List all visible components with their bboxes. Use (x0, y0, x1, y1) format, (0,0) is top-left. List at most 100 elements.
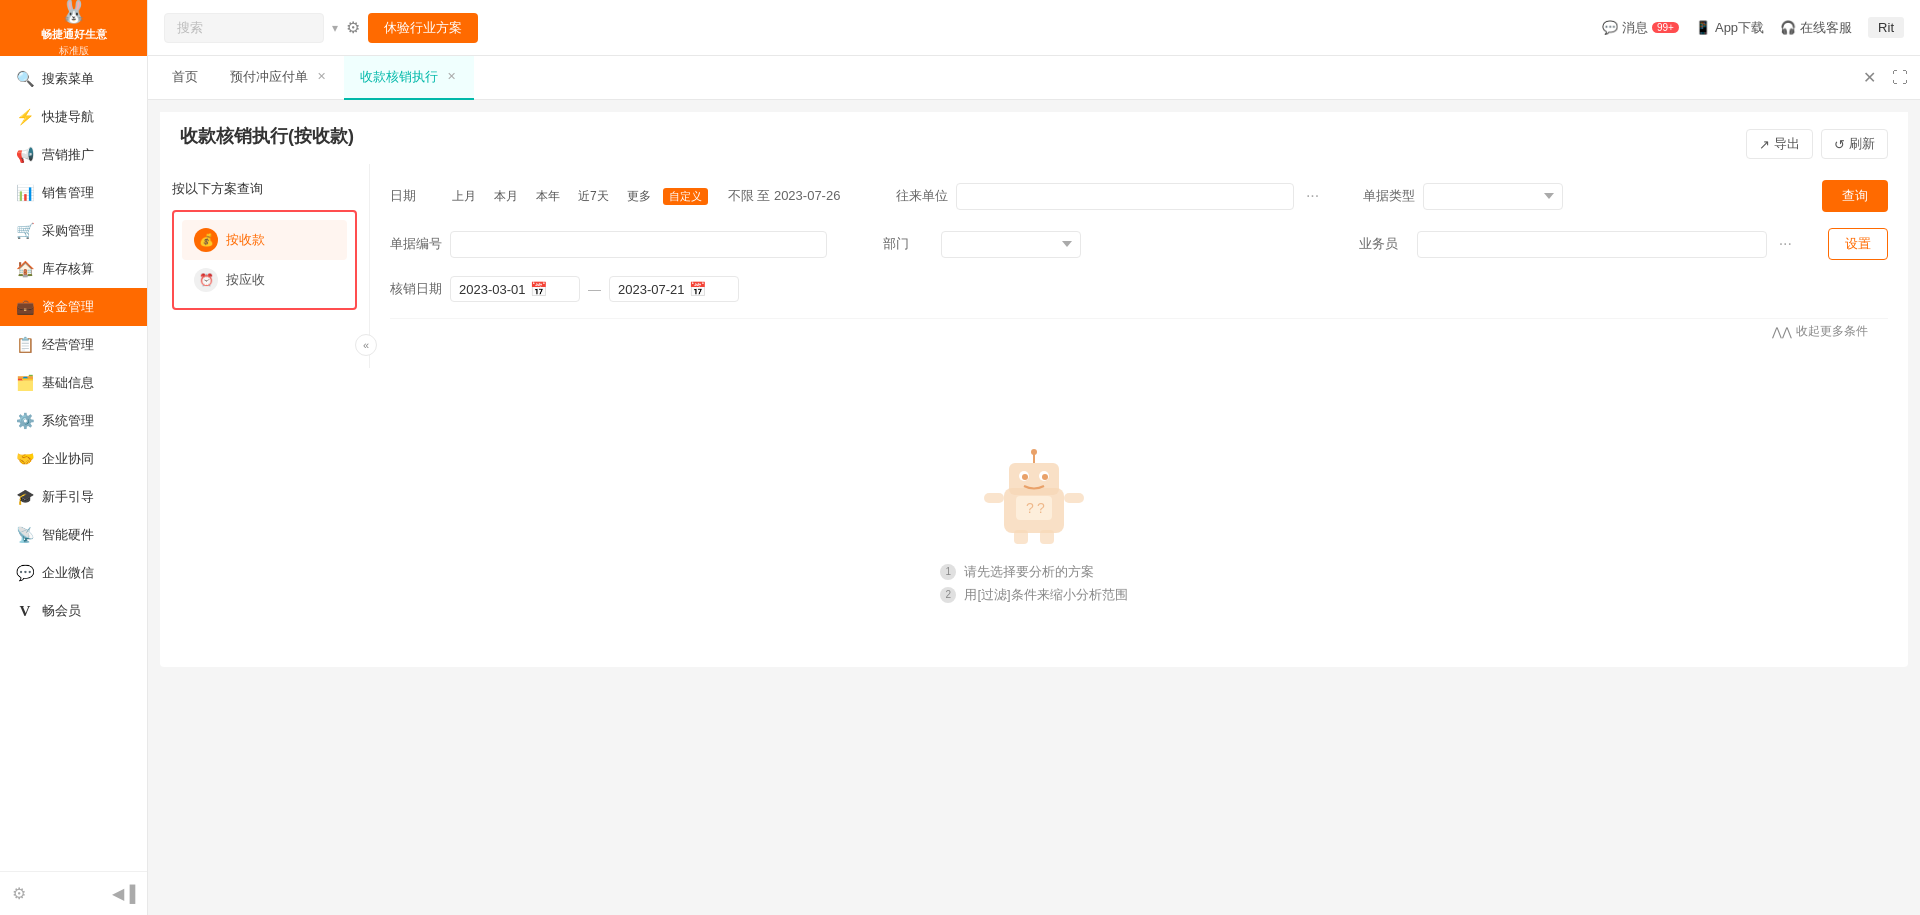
date-last-month-btn[interactable]: 上月 (446, 186, 482, 207)
tab-home-label: 首页 (172, 68, 198, 86)
sidebar-item-basics[interactable]: 🗂️ 基础信息 (0, 364, 147, 402)
topbar: 搜索 ▾ ⚙ 休验行业方案 💬 消息 99+ 📱 App下载 🎧 在线客服 Ri… (148, 0, 1920, 56)
tab-expand-icon[interactable]: ⛶ (1888, 67, 1912, 89)
staff-ellipsis-icon[interactable]: ··· (1775, 235, 1796, 253)
date-7days-btn[interactable]: 近7天 (572, 186, 615, 207)
staff-field: 业务员 ··· (1359, 231, 1796, 258)
tab-close-all-icon[interactable]: ✕ (1859, 66, 1880, 89)
export-label: 导出 (1774, 135, 1800, 153)
filter-sidebar-title: 按以下方案查询 (172, 180, 357, 198)
doc-type-select[interactable] (1423, 183, 1563, 210)
partner-field: 往来单位 ··· (896, 183, 1323, 210)
topbar-chevron-icon[interactable]: ▾ (332, 21, 338, 35)
staff-input[interactable] (1417, 231, 1766, 258)
operations-nav-icon: 📋 (16, 336, 34, 354)
industry-btn[interactable]: 休验行业方案 (368, 13, 478, 43)
doc-type-field: 单据类型 (1363, 183, 1790, 210)
svg-point-4 (1022, 474, 1028, 480)
filter-option-by-receivable[interactable]: ⏰ 按应收 (182, 260, 347, 300)
tab-verify-close-icon[interactable]: ✕ (444, 70, 458, 84)
app-download-icon: 📱 (1695, 20, 1711, 35)
sidebar-item-guide[interactable]: 🎓 新手引导 (0, 478, 147, 516)
filter-actions: 查询 (1822, 180, 1888, 212)
member-nav-icon: V (16, 603, 34, 620)
verify-date-from-text: 2023-03-01 (459, 282, 526, 297)
svg-rect-10 (1014, 530, 1028, 544)
logo-icon: 🐰 (60, 0, 87, 25)
filter-option-receivable-label: 按应收 (226, 271, 265, 289)
sidebar-item-hardware[interactable]: 📡 智能硬件 (0, 516, 147, 554)
sidebar-item-label: 经营管理 (42, 336, 94, 354)
sidebar-item-inventory[interactable]: 🏠 库存核算 (0, 250, 147, 288)
sidebar-item-purchase[interactable]: 🛒 采购管理 (0, 212, 147, 250)
sidebar-item-label: 采购管理 (42, 222, 94, 240)
query-btn[interactable]: 查询 (1822, 180, 1888, 212)
search-placeholder-text: 搜索 (177, 20, 203, 35)
filter-row-3: 核销日期 2023-03-01 📅 — 2023-07-21 📅 (390, 276, 1888, 302)
tab-home[interactable]: 首页 (156, 56, 214, 100)
sidebar-item-sales[interactable]: 📊 销售管理 (0, 174, 147, 212)
verify-date-to-input[interactable]: 2023-07-21 📅 (609, 276, 739, 302)
doc-no-input[interactable] (450, 231, 827, 258)
app-download-btn[interactable]: 📱 App下载 (1695, 19, 1764, 37)
topbar-gear-icon[interactable]: ⚙ (346, 18, 360, 37)
filter-option-by-receipt[interactable]: 💰 按收款 (182, 220, 347, 260)
collapse-sidebar-icon[interactable]: ◀▐ (112, 884, 135, 903)
sidebar: 🐰 畅捷通好生意 标准版 🔍 搜索菜单 ⚡ 快捷导航 📢 营销推广 📊 销售管理… (0, 0, 148, 915)
svg-rect-1 (1009, 463, 1059, 495)
sidebar-item-finance[interactable]: 💼 资金管理 (0, 288, 147, 326)
filter-layout: 按以下方案查询 💰 按收款 ⏰ 按应收 « (160, 164, 1908, 368)
filter-option-receipt-label: 按收款 (226, 231, 265, 249)
date-limit-text: 不限 至 2023-07-26 (728, 187, 841, 205)
filter-panel-collapse-btn[interactable]: « (355, 334, 377, 356)
dept-select[interactable] (941, 231, 1081, 258)
app-edition: 标准版 (59, 44, 89, 58)
sidebar-item-member[interactable]: V 畅会员 (0, 592, 147, 630)
empty-tips: 1 请先选择要分析的方案 2 用[过滤]条件来缩小分析范围 (940, 560, 1127, 607)
date-this-year-btn[interactable]: 本年 (530, 186, 566, 207)
user-name[interactable]: Rit (1868, 17, 1904, 38)
svg-point-7 (1031, 449, 1037, 455)
shortcut-nav-icon: ⚡ (16, 108, 34, 126)
sidebar-item-label: 资金管理 (42, 298, 94, 316)
date-more-btn[interactable]: 更多 (621, 186, 657, 207)
sidebar-item-collab[interactable]: 🤝 企业协同 (0, 440, 147, 478)
sidebar-item-marketing[interactable]: 📢 营销推广 (0, 136, 147, 174)
date-this-month-btn[interactable]: 本月 (488, 186, 524, 207)
message-badge: 99+ (1652, 22, 1679, 33)
settings-btn[interactable]: 设置 (1828, 228, 1888, 260)
page-container: 收款核销执行(按收款) ↗ 导出 ↺ 刷新 按以下方案查询 (160, 112, 1908, 667)
sidebar-item-shortcut[interactable]: ⚡ 快捷导航 (0, 98, 147, 136)
verify-date-from-input[interactable]: 2023-03-01 📅 (450, 276, 580, 302)
refresh-btn[interactable]: ↺ 刷新 (1821, 129, 1888, 159)
topbar-left: 搜索 ▾ ⚙ 休验行业方案 (164, 13, 1590, 43)
doc-type-label: 单据类型 (1363, 187, 1415, 205)
filter-option-receivable-icon: ⏰ (194, 268, 218, 292)
online-service-btn[interactable]: 🎧 在线客服 (1780, 19, 1852, 37)
tab-verify[interactable]: 收款核销执行 ✕ (344, 56, 474, 100)
sidebar-item-label: 企业协同 (42, 450, 94, 468)
sidebar-item-label: 畅会员 (42, 602, 81, 620)
tab-prepay-close-icon[interactable]: ✕ (314, 70, 328, 84)
sidebar-item-system[interactable]: ⚙️ 系统管理 (0, 402, 147, 440)
refresh-icon: ↺ (1834, 137, 1845, 152)
sidebar-item-label: 企业微信 (42, 564, 94, 582)
topbar-search-box: 搜索 (164, 13, 324, 43)
collapse-more-btn[interactable]: ⋀⋀ 收起更多条件 (390, 318, 1888, 352)
headset-icon: 🎧 (1780, 20, 1796, 35)
tab-prepay[interactable]: 预付冲应付单 ✕ (214, 56, 344, 100)
message-label: 消息 (1622, 19, 1648, 37)
settings-icon[interactable]: ⚙ (12, 884, 26, 903)
message-btn[interactable]: 💬 消息 99+ (1602, 19, 1679, 37)
verify-date-from-calendar-icon: 📅 (530, 281, 547, 297)
sidebar-item-search[interactable]: 🔍 搜索菜单 (0, 60, 147, 98)
date-custom-tag: 自定义 (663, 188, 708, 205)
sidebar-item-label: 库存核算 (42, 260, 94, 278)
sidebar-item-operations[interactable]: 📋 经营管理 (0, 326, 147, 364)
verify-date-to-calendar-icon: 📅 (689, 281, 706, 297)
partner-input[interactable] (956, 183, 1293, 210)
sidebar-item-wechat[interactable]: 💬 企业微信 (0, 554, 147, 592)
filter-sidebar: 按以下方案查询 💰 按收款 ⏰ 按应收 (160, 164, 370, 368)
partner-ellipsis-icon[interactable]: ··· (1302, 187, 1323, 205)
export-btn[interactable]: ↗ 导出 (1746, 129, 1813, 159)
